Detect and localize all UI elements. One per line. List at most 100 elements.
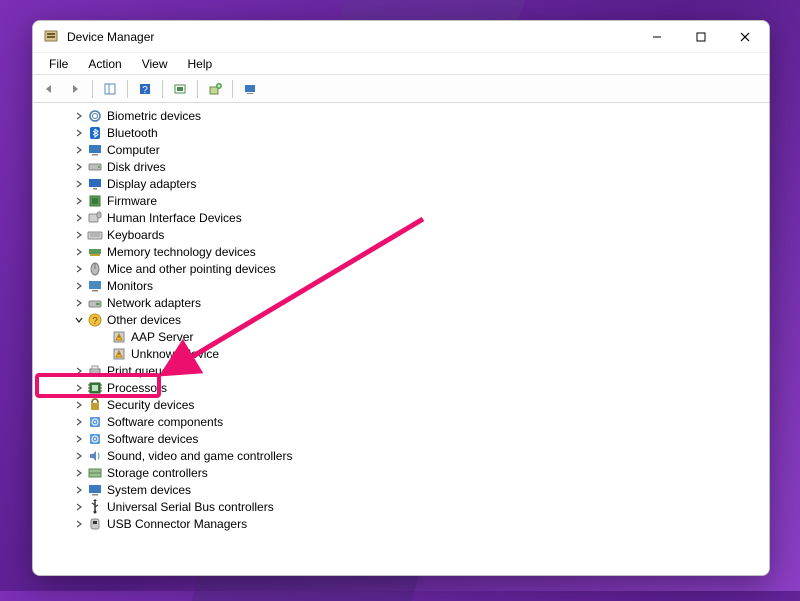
tree-item-other-devices[interactable]: ? Other devices xyxy=(43,311,769,328)
minimize-button[interactable] xyxy=(635,22,679,52)
printer-icon xyxy=(87,363,103,379)
menu-view[interactable]: View xyxy=(132,55,178,73)
other-icon: ? xyxy=(87,312,103,328)
chevron-right-icon[interactable] xyxy=(73,501,85,513)
tree-item-universal-serial-bus-controllers[interactable]: Universal Serial Bus controllers xyxy=(43,498,769,515)
forward-button[interactable] xyxy=(63,78,87,100)
scan-hardware-button[interactable] xyxy=(168,78,192,100)
tree-item-label: Storage controllers xyxy=(107,466,208,480)
tree-item-network-adapters[interactable]: Network adapters xyxy=(43,294,769,311)
svg-text:?: ? xyxy=(92,316,98,327)
tree-item-label: Software components xyxy=(107,415,223,429)
toolbar-separator xyxy=(162,80,163,98)
tree-item-label: Disk drives xyxy=(107,160,166,174)
tree-item-label: Display adapters xyxy=(107,177,196,191)
chevron-right-icon[interactable] xyxy=(73,416,85,428)
tree-item-label: Print queues xyxy=(107,364,174,378)
tree-item-label: Computer xyxy=(107,143,160,157)
chevron-right-icon[interactable] xyxy=(73,246,85,258)
titlebar: Device Manager xyxy=(33,21,769,53)
devices-icon-button[interactable] xyxy=(238,78,262,100)
chevron-right-icon[interactable] xyxy=(73,127,85,139)
tree-item-label: System devices xyxy=(107,483,191,497)
tree-item-keyboards[interactable]: Keyboards xyxy=(43,226,769,243)
chevron-right-icon[interactable] xyxy=(73,161,85,173)
tree-item-label: Monitors xyxy=(107,279,153,293)
chevron-right-icon[interactable] xyxy=(73,212,85,224)
tree-item-label: Security devices xyxy=(107,398,194,412)
device-tree-pane[interactable]: Biometric devicesBluetooth Computer Disk d… xyxy=(33,103,769,575)
chevron-right-icon[interactable] xyxy=(73,263,85,275)
chevron-right-icon[interactable] xyxy=(73,450,85,462)
tree-item-software-devices[interactable]: Software devices xyxy=(43,430,769,447)
add-hardware-button[interactable] xyxy=(203,78,227,100)
tree-item-label: AAP Server xyxy=(131,330,193,344)
tree-item-sound-video-and-game-controllers[interactable]: Sound, video and game controllers xyxy=(43,447,769,464)
chevron-right-icon[interactable] xyxy=(73,484,85,496)
chevron-right-icon[interactable] xyxy=(73,518,85,530)
tree-item-disk-drives[interactable]: Disk drives xyxy=(43,158,769,175)
warn-icon xyxy=(111,329,127,345)
chevron-right-icon[interactable] xyxy=(73,195,85,207)
tree-item-memory-technology-devices[interactable]: Memory technology devices xyxy=(43,243,769,260)
tree-item-label: Software devices xyxy=(107,432,198,446)
chevron-right-icon[interactable] xyxy=(73,365,85,377)
tree-item-display-adapters[interactable]: Display adapters xyxy=(43,175,769,192)
show-hide-console-button[interactable] xyxy=(98,78,122,100)
usb-icon xyxy=(87,499,103,515)
chevron-right-icon[interactable] xyxy=(73,467,85,479)
tree-item-monitors[interactable]: Monitors xyxy=(43,277,769,294)
maximize-button[interactable] xyxy=(679,22,723,52)
processor-icon xyxy=(87,380,103,396)
toolbar: ? xyxy=(33,75,769,103)
tree-item-firmware[interactable]: Firmware xyxy=(43,192,769,209)
network-icon xyxy=(87,295,103,311)
expander-spacer xyxy=(97,348,109,360)
tree-item-system-devices[interactable]: System devices xyxy=(43,481,769,498)
back-button[interactable] xyxy=(37,78,61,100)
software-icon xyxy=(87,431,103,447)
menu-help[interactable]: Help xyxy=(178,55,223,73)
tree-child-aap-server[interactable]: AAP Server xyxy=(43,328,769,345)
chevron-right-icon[interactable] xyxy=(73,399,85,411)
tree-item-label: Sound, video and game controllers xyxy=(107,449,292,463)
chevron-right-icon[interactable] xyxy=(73,110,85,122)
tree-item-print-queues[interactable]: Print queues xyxy=(43,362,769,379)
chevron-right-icon[interactable] xyxy=(73,382,85,394)
toolbar-separator xyxy=(197,80,198,98)
tree-item-processors[interactable]: Processors xyxy=(43,379,769,396)
chevron-right-icon[interactable] xyxy=(73,229,85,241)
close-button[interactable] xyxy=(723,22,767,52)
help-button[interactable]: ? xyxy=(133,78,157,100)
warn-icon xyxy=(111,346,127,362)
tree-item-label: Biometric devices xyxy=(107,109,201,123)
chevron-right-icon[interactable] xyxy=(73,433,85,445)
tree-item-biometric-devices[interactable]: Biometric devices xyxy=(43,107,769,124)
tree-item-security-devices[interactable]: Security devices xyxy=(43,396,769,413)
monitor-icon xyxy=(87,278,103,294)
tree-item-label: Other devices xyxy=(107,313,181,327)
chevron-down-icon[interactable] xyxy=(73,314,85,326)
tree-child-unknown-device[interactable]: Unknown device xyxy=(43,345,769,362)
tree-item-label: Keyboards xyxy=(107,228,164,242)
tree-item-label: Human Interface Devices xyxy=(107,211,242,225)
tree-item-label: Firmware xyxy=(107,194,157,208)
computer-icon xyxy=(87,142,103,158)
tree-item-usb-connector-managers[interactable]: USB Connector Managers xyxy=(43,515,769,532)
tree-item-computer[interactable]: Computer xyxy=(43,141,769,158)
tree-item-mice-and-other-pointing-devices[interactable]: Mice and other pointing devices xyxy=(43,260,769,277)
system-icon xyxy=(87,482,103,498)
tree-item-software-components[interactable]: Software components xyxy=(43,413,769,430)
chevron-right-icon[interactable] xyxy=(73,280,85,292)
chevron-right-icon[interactable] xyxy=(73,144,85,156)
toolbar-separator xyxy=(92,80,93,98)
toolbar-separator xyxy=(232,80,233,98)
tree-item-human-interface-devices[interactable]: Human Interface Devices xyxy=(43,209,769,226)
tree-item-storage-controllers[interactable]: Storage controllers xyxy=(43,464,769,481)
chevron-right-icon[interactable] xyxy=(73,178,85,190)
app-icon xyxy=(43,29,59,45)
tree-item-bluetooth[interactable]: Bluetooth xyxy=(43,124,769,141)
menu-file[interactable]: File xyxy=(39,55,78,73)
menu-action[interactable]: Action xyxy=(78,55,131,73)
chevron-right-icon[interactable] xyxy=(73,297,85,309)
